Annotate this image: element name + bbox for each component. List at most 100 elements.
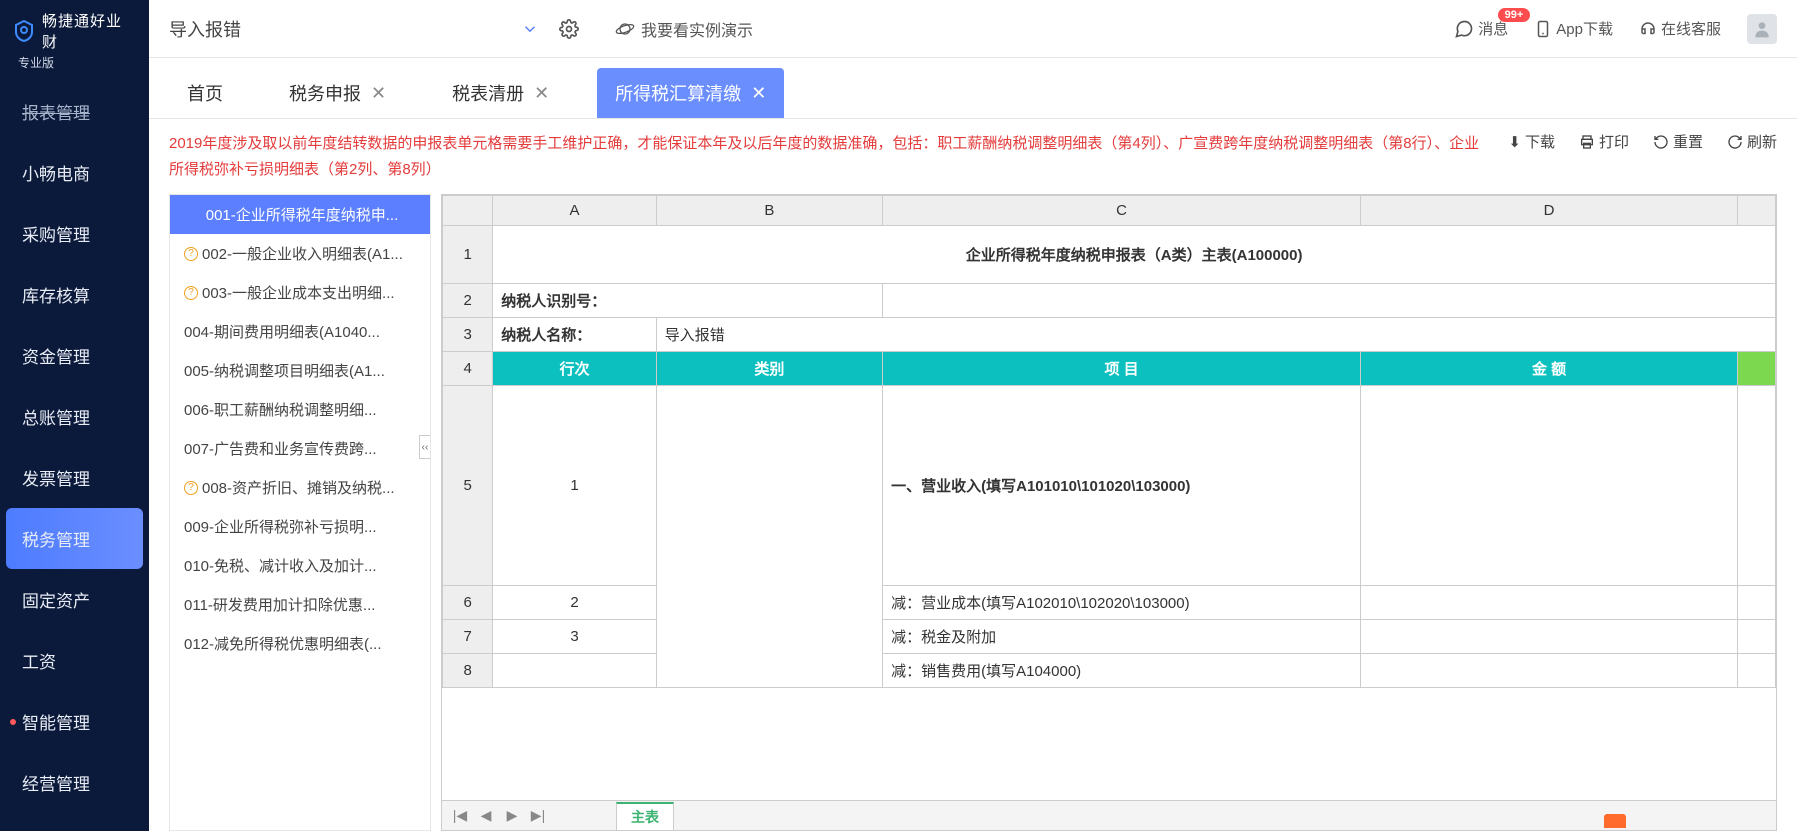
taxpayer-id-label[interactable]: 纳税人识别号： [493,284,883,318]
col-E[interactable] [1738,196,1776,226]
notice-text: 2019年度涉及取以前年度结转数据的申报表单元格需要手工维护正确，才能保证本年及… [169,131,1488,182]
download-button[interactable]: ⬇下载 [1508,131,1555,152]
reset-button[interactable]: 重置 [1653,131,1703,152]
prev-icon[interactable]: ◀ [478,808,494,824]
warn-icon: ? [184,286,198,300]
message-button[interactable]: 消息 99+ [1454,18,1508,39]
sidebar-item-ecommerce[interactable]: 小畅电商 [0,142,149,203]
taxpayer-id-value[interactable] [883,284,1776,318]
sidebar-item-tax[interactable]: 税务管理 [6,508,143,569]
form-item-007[interactable]: 007-广告费和业务宣传费跨... [170,429,430,468]
green-cell[interactable] [1738,352,1776,386]
cell-rownum-2[interactable]: 2 [493,586,656,620]
cell-amount-2[interactable] [1360,586,1737,620]
row-5[interactable]: 5 [443,386,493,586]
taxpayer-name-label[interactable]: 纳税人名称： [493,318,656,352]
cell-amount-4[interactable] [1360,654,1737,688]
main: 导入报错 我要看实例演示 消息 99+ [149,0,1797,831]
avatar[interactable] [1747,14,1777,44]
sidebar-item-inventory[interactable]: 库存核算 [0,264,149,325]
form-item-006[interactable]: 006-职工薪酬纳税调整明细... [170,390,430,429]
cell-item-4[interactable]: 减：销售费用(填写A104000) [883,654,1361,688]
print-button[interactable]: 打印 [1579,131,1629,152]
header-rownum[interactable]: 行次 [493,352,656,386]
cell-category[interactable] [656,386,882,688]
gear-icon[interactable] [559,19,579,39]
form-item-003[interactable]: ?003-一般企业成本支出明细... [170,273,430,312]
service-label: 在线客服 [1661,18,1721,39]
row-4[interactable]: 4 [443,352,493,386]
row-8[interactable]: 8 [443,654,493,688]
cell-extra-1[interactable] [1738,386,1776,586]
row-6[interactable]: 6 [443,586,493,620]
form-item-008[interactable]: ?008-资产折旧、摊销及纳税... [170,468,430,507]
form-item-012[interactable]: 012-减免所得税优惠明细表(... [170,624,430,663]
form-item-005[interactable]: 005-纳税调整项目明细表(A1... [170,351,430,390]
refresh-icon [1727,134,1743,150]
cell-extra-4[interactable] [1738,654,1776,688]
sidebar-item-truncated[interactable]: 报表管理 [0,81,149,142]
sidebar-item-funds[interactable]: 资金管理 [0,325,149,386]
cell-rownum-1[interactable]: 1 [493,386,656,586]
cell-amount-3[interactable] [1360,620,1737,654]
sidebar-item-smart[interactable]: 智能管理 [0,691,149,752]
cell-amount-1[interactable] [1360,386,1737,586]
chevron-down-icon[interactable] [521,20,539,38]
form-item-010[interactable]: 010-免税、减计收入及加计... [170,546,430,585]
download-button[interactable]: App下载 [1534,18,1613,39]
service-button[interactable]: 在线客服 [1639,18,1721,39]
taxpayer-name-value[interactable]: 导入报错 [656,318,1775,352]
next-icon[interactable]: ▶ [504,808,520,824]
warn-icon: ? [184,481,198,495]
close-icon[interactable]: ✕ [534,83,549,104]
sidebar-nav: 报表管理 小畅电商 采购管理 库存核算 资金管理 总账管理 发票管理 税务管理 … [0,81,149,831]
col-A[interactable]: A [493,196,656,226]
sidebar-item-business[interactable]: 经营管理 [0,752,149,813]
form-item-002[interactable]: ?002-一般企业收入明细表(A1... [170,234,430,273]
cell-item-2[interactable]: 减：营业成本(填写A102010\102020\103000) [883,586,1361,620]
form-item-009[interactable]: 009-企业所得税弥补亏损明... [170,507,430,546]
row-2[interactable]: 2 [443,284,493,318]
header-amount[interactable]: 金 额 [1360,352,1737,386]
col-C[interactable]: C [883,196,1361,226]
header-category[interactable]: 类别 [656,352,882,386]
cell-rownum-4[interactable] [493,654,656,688]
close-icon[interactable]: ✕ [371,83,386,104]
sidebar-item-purchase[interactable]: 采购管理 [0,203,149,264]
sheet-footer: |◀ ◀ ▶ ▶| 主表 [442,800,1776,830]
row-1[interactable]: 1 [443,226,493,284]
row-3[interactable]: 3 [443,318,493,352]
cell-rownum-3[interactable]: 3 [493,620,656,654]
row-7[interactable]: 7 [443,620,493,654]
form-item-011[interactable]: 011-研发费用加计扣除优惠... [170,585,430,624]
col-B[interactable]: B [656,196,882,226]
tab-settlement[interactable]: 所得税汇算清缴✕ [597,68,784,118]
cell-item-3[interactable]: 减：税金及附加 [883,620,1361,654]
cell-extra-3[interactable] [1738,620,1776,654]
last-icon[interactable]: ▶| [530,808,546,824]
form-item-001[interactable]: 001-企业所得税年度纳税申... [170,195,430,234]
sidebar-item-salary[interactable]: 工资 [0,630,149,691]
close-icon[interactable]: ✕ [751,83,766,104]
first-icon[interactable]: |◀ [452,808,468,824]
header-item[interactable]: 项 目 [883,352,1361,386]
col-D[interactable]: D [1360,196,1737,226]
tab-declare[interactable]: 税务申报✕ [271,68,404,118]
cell-item-1[interactable]: 一、营业收入(填写A101010\101020\103000) [883,386,1361,586]
collapse-handle[interactable]: ‹‹ [419,435,431,459]
sheet-tab-main[interactable]: 主表 [616,802,674,830]
workspace: 001-企业所得税年度纳税申... ?002-一般企业收入明细表(A1... ?… [149,190,1797,831]
demo-link[interactable]: 我要看实例演示 [615,17,753,41]
topbar: 导入报错 我要看实例演示 消息 99+ [149,0,1797,58]
sheet-title[interactable]: 企业所得税年度纳税申报表（A类）主表(A100000) [493,226,1776,284]
form-item-004[interactable]: 004-期间费用明细表(A1040... [170,312,430,351]
sidebar-item-ledger[interactable]: 总账管理 [0,386,149,447]
corner-cell[interactable] [443,196,493,226]
tab-home[interactable]: 首页 [169,68,241,118]
cell-extra-2[interactable] [1738,586,1776,620]
sheet-scroll[interactable]: A B C D 1 企业所得税年度纳税申报表（A类）主表(A100000) [442,195,1776,800]
sidebar-item-assets[interactable]: 固定资产 [0,569,149,630]
tab-register[interactable]: 税表清册✕ [434,68,567,118]
refresh-button[interactable]: 刷新 [1727,131,1777,152]
sidebar-item-invoice[interactable]: 发票管理 [0,447,149,508]
